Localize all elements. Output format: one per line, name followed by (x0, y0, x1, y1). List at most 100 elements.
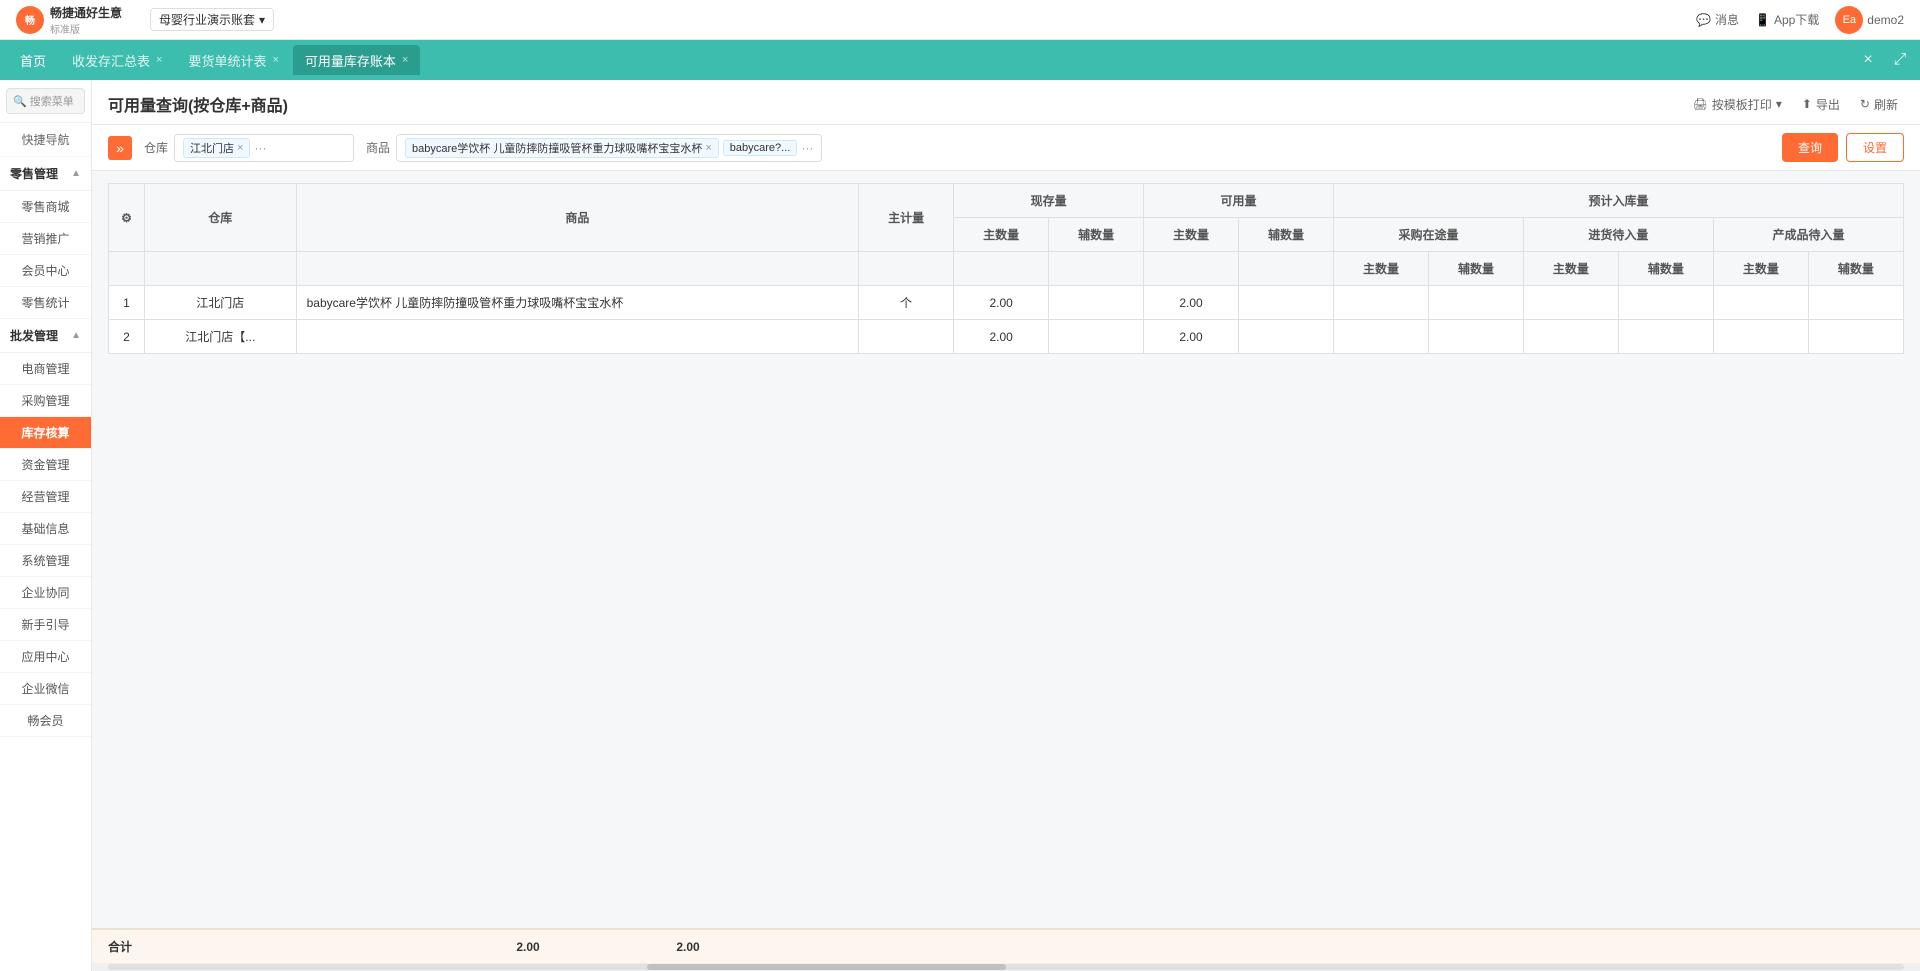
sidebar-item-quick-nav[interactable]: 快捷导航 (0, 123, 91, 157)
user-name: demo2 (1867, 13, 1904, 27)
sidebar-section-retail[interactable]: 零售管理 ▲ (0, 157, 91, 191)
th-stock-main: 主数量 (954, 218, 1049, 252)
message-btn[interactable]: 💬 消息 (1696, 11, 1739, 28)
tab-keyongliang-close[interactable]: × (402, 54, 408, 66)
sidebar-item-appstore[interactable]: 应用中心 (0, 641, 91, 673)
sidebar-item-purchase[interactable]: 采购管理 (0, 385, 91, 417)
sidebar-item-retail-mall[interactable]: 零售商城 (0, 191, 91, 223)
th-purchase-main: 主数量 (1334, 252, 1429, 286)
warehouse-filter-label: 仓库 (144, 139, 168, 156)
scroll-thumb[interactable] (647, 964, 1006, 970)
th-production-in-label: 产成品待入量 (1713, 218, 1903, 252)
th-planned-in: 预计入库量 (1334, 184, 1904, 218)
th-available: 可用量 (1144, 184, 1334, 218)
warehouse-filter-input[interactable]: 江北门店 × ··· (174, 134, 354, 162)
tab-close-all-btn[interactable]: × (1856, 48, 1880, 72)
footer-stock-total: 2.00 (488, 940, 568, 954)
query-btn[interactable]: 查询 (1782, 133, 1838, 162)
sidebar-item-newbie[interactable]: 新手引导 (0, 609, 91, 641)
cell-warehouse: 江北门店【... (145, 320, 297, 354)
store-selector[interactable]: 母婴行业演示账套 ▾ (150, 8, 274, 31)
sidebar: 🔍 搜索菜单 快捷导航 零售管理 ▲ 零售商城 营销推广 会员中心 零售统计 批… (0, 80, 92, 971)
th-stock-aux: 辅数量 (1049, 218, 1144, 252)
tab-expand-btn[interactable]: ⤢ (1888, 48, 1912, 72)
main-layout: 🔍 搜索菜单 快捷导航 零售管理 ▲ 零售商城 营销推广 会员中心 零售统计 批… (0, 80, 1920, 971)
warehouse-more[interactable]: ··· (254, 141, 266, 155)
brand-name: 畅捷通好生意 (50, 4, 122, 21)
print-label: 按模板打印 (1712, 96, 1772, 113)
sidebar-item-system[interactable]: 系统管理 (0, 545, 91, 577)
sidebar-item-ecommerce[interactable]: 电商管理 (0, 353, 91, 385)
export-btn[interactable]: ⬆ 导出 (1796, 94, 1846, 115)
sidebar-section-wholesale-arrow: ▲ (71, 330, 81, 341)
sidebar-search-btn[interactable]: 🔍 搜索菜单 (6, 88, 85, 114)
sidebar-item-retail-stats[interactable]: 零售统计 (0, 287, 91, 319)
print-icon: 🖨 (1693, 97, 1708, 111)
sidebar-item-wechat[interactable]: 企业微信 (0, 673, 91, 705)
th-incoming-main: 主数量 (1523, 252, 1618, 286)
tab-shoufacun-close[interactable]: × (156, 54, 162, 66)
user-menu[interactable]: Ea demo2 (1835, 6, 1904, 34)
sidebar-item-member2[interactable]: 畅会员 (0, 705, 91, 737)
table-row: 2 江北门店【... 2.00 2.00 (109, 320, 1904, 354)
cell-incoming-main (1523, 320, 1618, 354)
sidebar-section-wholesale[interactable]: 批发管理 ▲ (0, 319, 91, 353)
sidebar-item-finance[interactable]: 资金管理 (0, 449, 91, 481)
refresh-btn[interactable]: ↻ 刷新 (1854, 94, 1904, 115)
scroll-track[interactable] (108, 964, 1904, 970)
tab-yaohuo-close[interactable]: × (272, 54, 278, 66)
cell-product (296, 320, 859, 354)
th-purchase-transit-label: 采购在途量 (1334, 218, 1524, 252)
th-checkbox[interactable]: ⚙ (109, 184, 145, 252)
sidebar-section-retail-label: 零售管理 (10, 165, 58, 182)
sidebar-item-enterprise[interactable]: 企业协同 (0, 577, 91, 609)
tab-home[interactable]: 首页 (8, 51, 58, 70)
message-icon: 💬 (1696, 13, 1711, 27)
sidebar-item-basic-info[interactable]: 基础信息 (0, 513, 91, 545)
sidebar-search-area: 🔍 搜索菜单 (0, 80, 91, 123)
sidebar-item-operations[interactable]: 经营管理 (0, 481, 91, 513)
product-more[interactable]: ··· (801, 141, 813, 155)
app-download-btn[interactable]: 📱 App下载 (1755, 11, 1819, 28)
th-incoming-label: 进货待入量 (1523, 218, 1713, 252)
app-label: App下载 (1774, 11, 1819, 28)
cell-stock-aux (1049, 286, 1144, 320)
tab-yaohuo[interactable]: 要货单统计表 × (176, 45, 290, 75)
th-empty7 (1144, 252, 1239, 286)
sidebar-item-marketing[interactable]: 营销推广 (0, 223, 91, 255)
sidebar-item-inventory[interactable]: 库存核算 (0, 417, 91, 449)
product-tag1-close[interactable]: × (705, 142, 711, 154)
product-filter-group: 商品 babycare学饮杯 儿童防摔防撞吸管杯重力球吸嘴杯宝宝水杯 × bab… (366, 134, 822, 162)
warehouse-tag-value: 江北门店 (190, 140, 234, 156)
product-filter-input[interactable]: babycare学饮杯 儿童防摔防撞吸管杯重力球吸嘴杯宝宝水杯 × babyca… (396, 134, 822, 162)
tab-shoufacun[interactable]: 收发存汇总表 × (60, 45, 174, 75)
th-prod-aux: 辅数量 (1808, 252, 1903, 286)
message-label: 消息 (1715, 11, 1739, 28)
th-empty8 (1239, 252, 1334, 286)
table-footer: 合计 2.00 2.00 (92, 928, 1920, 963)
cell-prod-main (1713, 320, 1808, 354)
footer-label: 合计 (108, 938, 228, 955)
cell-purchase-aux (1428, 320, 1523, 354)
th-unit: 主计量 (859, 184, 954, 252)
settings-btn[interactable]: 设置 (1846, 133, 1904, 162)
sidebar-section-retail-arrow: ▲ (71, 168, 81, 179)
cell-avail-aux (1239, 286, 1334, 320)
sidebar-item-member[interactable]: 会员中心 (0, 255, 91, 287)
tab-keyongliang[interactable]: 可用量库存账本 × (293, 45, 420, 75)
expand-filter-btn[interactable]: » (108, 136, 132, 160)
print-btn[interactable]: 🖨 按模板打印 ▾ (1687, 94, 1788, 115)
th-avail-aux: 辅数量 (1239, 218, 1334, 252)
cell-product: babycare学饮杯 儿童防摔防撞吸管杯重力球吸嘴杯宝宝水杯 (296, 286, 859, 320)
cell-stock-main: 2.00 (954, 286, 1049, 320)
warehouse-tag-close[interactable]: × (237, 142, 243, 154)
cell-stock-aux (1049, 320, 1144, 354)
th-empty6 (1049, 252, 1144, 286)
filter-actions: 查询 设置 (1782, 133, 1904, 162)
refresh-icon: ↻ (1860, 97, 1870, 111)
cell-incoming-aux (1618, 286, 1713, 320)
product-tag1-value: babycare学饮杯 儿童防摔防撞吸管杯重力球吸嘴杯宝宝水杯 (412, 140, 702, 156)
page-header: 可用量查询(按仓库+商品) 🖨 按模板打印 ▾ ⬆ 导出 ↻ 刷新 (92, 80, 1920, 125)
product-filter-label: 商品 (366, 139, 390, 156)
refresh-label: 刷新 (1874, 96, 1898, 113)
